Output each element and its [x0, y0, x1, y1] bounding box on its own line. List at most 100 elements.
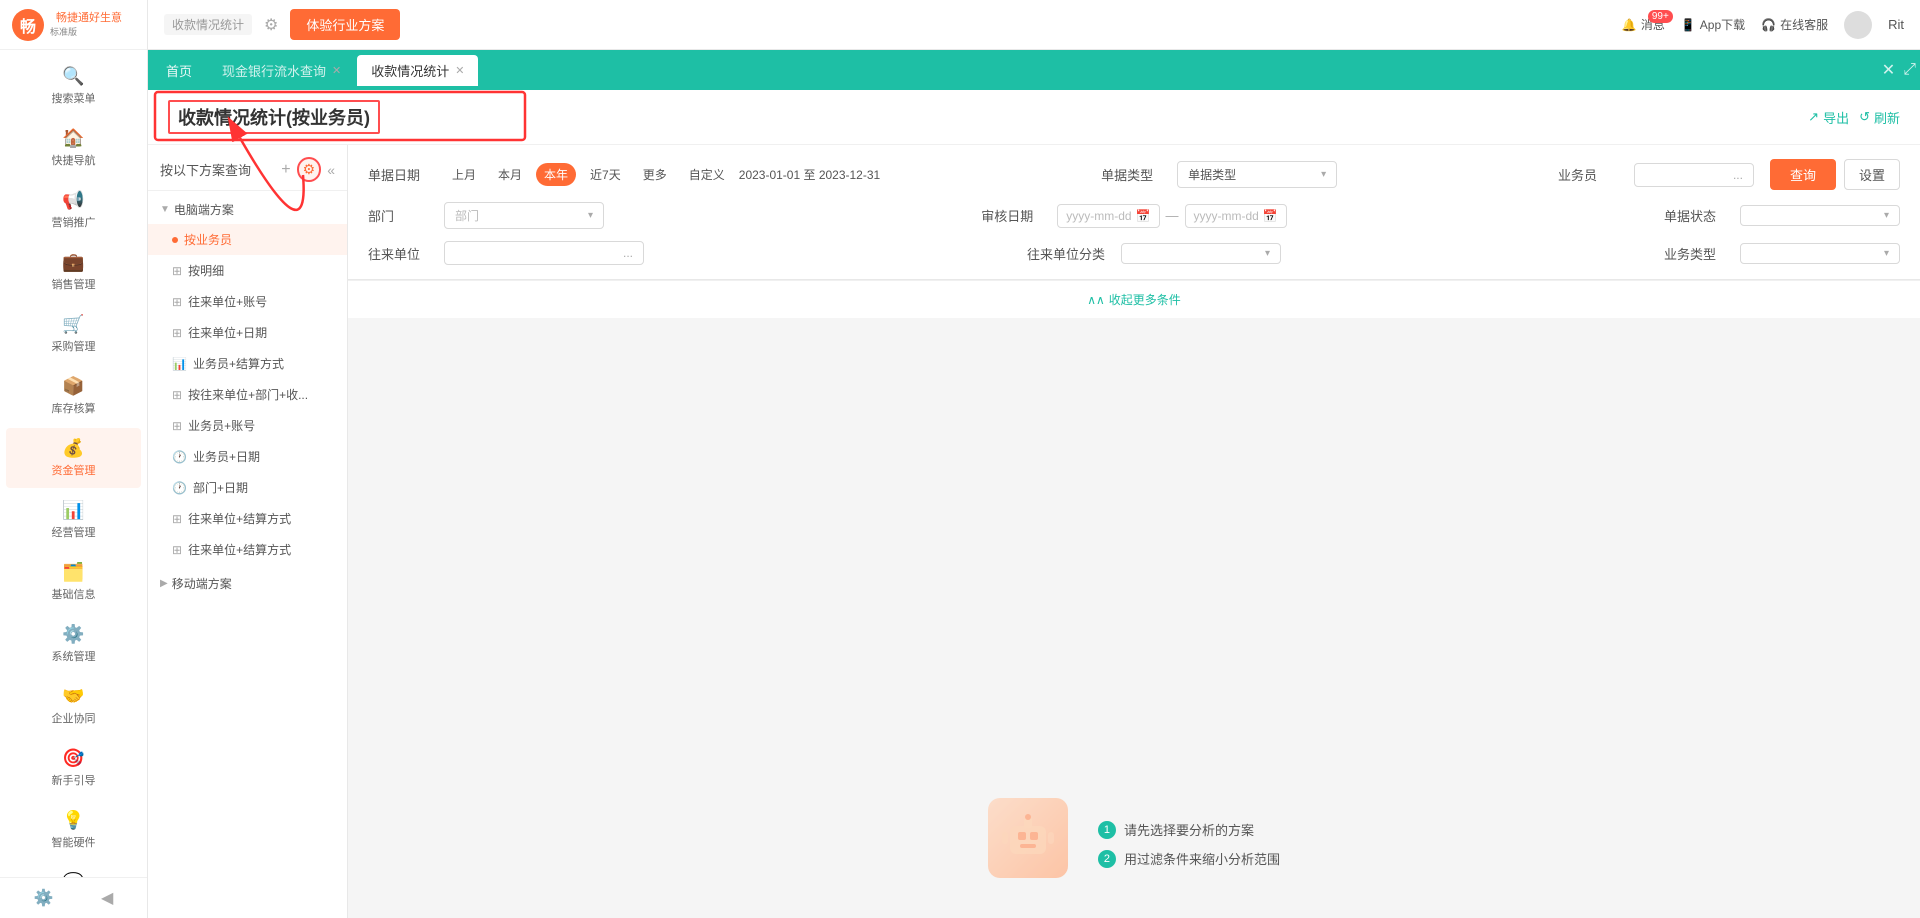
sidebar-item-sales[interactable]: 💼 销售管理 [6, 242, 141, 302]
header-breadcrumb: 收款情况统计 [164, 14, 252, 35]
collapse-panel-icon[interactable]: « [327, 162, 335, 178]
add-scheme-icon[interactable]: + [281, 161, 290, 179]
unit-payment2-icon: ⊞ [172, 543, 182, 557]
panel-item-unit-account[interactable]: ⊞ 往来单位+账号 [148, 286, 347, 317]
scheme-settings-icon[interactable]: ⚙ [297, 157, 322, 182]
refresh-button[interactable]: ↺ 刷新 [1859, 108, 1900, 127]
empty-illustration: 1 请先选择要分析的方案 2 用过滤条件来缩小分析范围 [988, 798, 1280, 878]
panel-item-salesman-payment[interactable]: 📊 业务员+结算方式 [148, 348, 347, 379]
panel-item-by-salesman[interactable]: 按业务员 [148, 224, 347, 255]
user-avatar[interactable] [1844, 11, 1872, 39]
bell-icon: 🔔 [1622, 18, 1637, 32]
counterpart-class-chevron: ▾ [1265, 248, 1270, 259]
tab-expand-icon[interactable]: ⤢ [1903, 61, 1916, 79]
doc-status-chevron: ▾ [1884, 210, 1889, 221]
footer-settings-icon[interactable]: ⚙️ [34, 888, 54, 908]
data-area: 1 请先选择要分析的方案 2 用过滤条件来缩小分析范围 [348, 318, 1920, 918]
sidebar-item-finance[interactable]: 💰 资金管理 [6, 428, 141, 488]
app-download-area[interactable]: 📱 App下载 [1681, 16, 1745, 33]
panel-item-unit-payment1[interactable]: ⊞ 往来单位+结算方式 [148, 503, 347, 534]
finance-icon: 💰 [62, 438, 84, 459]
salesman-input[interactable]: ... [1634, 163, 1754, 187]
tab-receipt-close-icon[interactable]: ✕ [455, 64, 464, 77]
notification-area[interactable]: 🔔 消息 99+ [1622, 16, 1665, 33]
date-dash: — [1166, 208, 1179, 223]
date-tab-this-month[interactable]: 本月 [490, 163, 530, 186]
sidebar-item-search[interactable]: 🔍 搜索菜单 [6, 56, 141, 116]
review-date-start[interactable]: yyyy-mm-dd 📅 [1057, 204, 1159, 228]
sidebar-item-wechat[interactable]: 💬 企业微信 [6, 862, 141, 877]
sidebar: 畅 畅捷通好生意 标准版 🔍 搜索菜单 🏠 快捷导航 📢 营销推广 💼 销售管理 [0, 0, 148, 918]
date-tab-last-month[interactable]: 上月 [444, 163, 484, 186]
logo-text: 畅捷通好生意 [56, 11, 122, 25]
counterpart-class-select[interactable]: ▾ [1121, 243, 1281, 264]
action-buttons: 查询 设置 [1770, 159, 1900, 190]
panel-item-unit-dept[interactable]: ⊞ 按往来单位+部门+收... [148, 379, 347, 410]
headset-icon: 🎧 [1761, 18, 1776, 32]
sidebar-item-hardware[interactable]: 💡 智能硬件 [6, 800, 141, 860]
online-service-area[interactable]: 🎧 在线客服 [1761, 16, 1828, 33]
tab-bank-close-icon[interactable]: ✕ [332, 64, 341, 77]
filter-row-2: 部门 部门 ▾ 审核日期 yyyy-mm-dd 📅 — [368, 202, 1900, 229]
dept-select[interactable]: 部门 ▾ [444, 202, 604, 229]
filter-row-3: 往来单位 ... 往来单位分类 ▾ 业务类型 [368, 241, 1900, 265]
trial-button[interactable]: 体验行业方案 [290, 9, 400, 40]
query-button[interactable]: 查询 [1770, 159, 1836, 190]
date-tab-custom[interactable]: 自定义 [681, 163, 733, 186]
logo-icon: 畅 [12, 9, 44, 41]
panel-item-salesman-account[interactable]: ⊞ 业务员+账号 [148, 410, 347, 441]
dept-label: 部门 [368, 206, 428, 225]
mobile-group-header[interactable]: ▶ 移动端方案 [148, 569, 347, 598]
business-type-select[interactable]: ▾ [1740, 243, 1900, 264]
business-type-chevron: ▾ [1884, 248, 1889, 259]
sidebar-item-operation[interactable]: 📊 经营管理 [6, 490, 141, 550]
panel-item-unit-payment2[interactable]: ⊞ 往来单位+结算方式 [148, 534, 347, 565]
sidebar-footer: ⚙️ ◀ [0, 877, 147, 918]
corp-icon: 🤝 [62, 686, 84, 707]
unit-date-icon: ⊞ [172, 326, 182, 340]
tab-close-all-icon[interactable]: ✕ [1882, 60, 1895, 80]
sidebar-item-corp[interactable]: 🤝 企业协同 [6, 676, 141, 736]
sidebar-item-inventory[interactable]: 📦 库存核算 [6, 366, 141, 426]
date-tab-more[interactable]: 更多 [635, 163, 675, 186]
counterpart-label: 往来单位 [368, 244, 428, 263]
export-button[interactable]: ↗ 导出 [1808, 108, 1849, 127]
robot-illustration [988, 798, 1068, 878]
desktop-group-header[interactable]: ▼ 电脑端方案 [148, 195, 347, 224]
content-area: 按以下方案查询 + ⚙ « ▼ 电脑端方案 [148, 145, 1920, 918]
salesman-label: 业务员 [1558, 165, 1618, 184]
panel-item-by-detail[interactable]: ⊞ 按明细 [148, 255, 347, 286]
date-tab-7days[interactable]: 近7天 [582, 163, 629, 186]
sidebar-item-basic[interactable]: 🗂️ 基础信息 [6, 552, 141, 612]
counterpart-more-icon[interactable]: ... [623, 246, 633, 260]
sidebar-item-purchase[interactable]: 🛒 采购管理 [6, 304, 141, 364]
panel-item-unit-date[interactable]: ⊞ 往来单位+日期 [148, 317, 347, 348]
counterpart-input[interactable]: ... [444, 241, 644, 265]
sidebar-item-guide[interactable]: 🎯 新手引导 [6, 738, 141, 798]
doc-type-select[interactable]: 单据类型 ▾ [1177, 161, 1337, 188]
robot-svg [998, 808, 1058, 868]
tab-receipt[interactable]: 收款情况统计 ✕ [357, 55, 478, 86]
panel-item-dept-date[interactable]: 🕐 部门+日期 [148, 472, 347, 503]
header-gear-icon[interactable]: ⚙ [264, 15, 278, 35]
review-date-end[interactable]: yyyy-mm-dd 📅 [1185, 204, 1287, 228]
business-type-label: 业务类型 [1664, 244, 1724, 263]
sidebar-item-marketing[interactable]: 📢 营销推广 [6, 180, 141, 240]
collapse-bar[interactable]: ∧∧ 收起更多条件 [348, 280, 1920, 318]
desktop-group-arrow: ▼ [160, 204, 170, 215]
setting-button[interactable]: 设置 [1844, 159, 1900, 190]
salesman-more-icon[interactable]: ... [1733, 168, 1743, 182]
sidebar-item-system[interactable]: ⚙️ 系统管理 [6, 614, 141, 674]
date-tab-this-year[interactable]: 本年 [536, 163, 576, 186]
doc-type-chevron: ▾ [1321, 169, 1326, 180]
tab-home[interactable]: 首页 [152, 55, 206, 86]
purchase-icon: 🛒 [62, 314, 84, 335]
header-left: 收款情况统计 ⚙ 体验行业方案 [164, 9, 400, 40]
page-actions: ↗ 导出 ↺ 刷新 [1808, 108, 1900, 127]
logo-area: 畅 畅捷通好生意 标准版 [0, 0, 147, 50]
tab-bank[interactable]: 现金银行流水查询 ✕ [208, 55, 355, 86]
sidebar-item-quick-nav[interactable]: 🏠 快捷导航 [6, 118, 141, 178]
panel-item-salesman-date[interactable]: 🕐 业务员+日期 [148, 441, 347, 472]
footer-collapse-icon[interactable]: ◀ [101, 888, 113, 908]
doc-status-select[interactable]: ▾ [1740, 205, 1900, 226]
